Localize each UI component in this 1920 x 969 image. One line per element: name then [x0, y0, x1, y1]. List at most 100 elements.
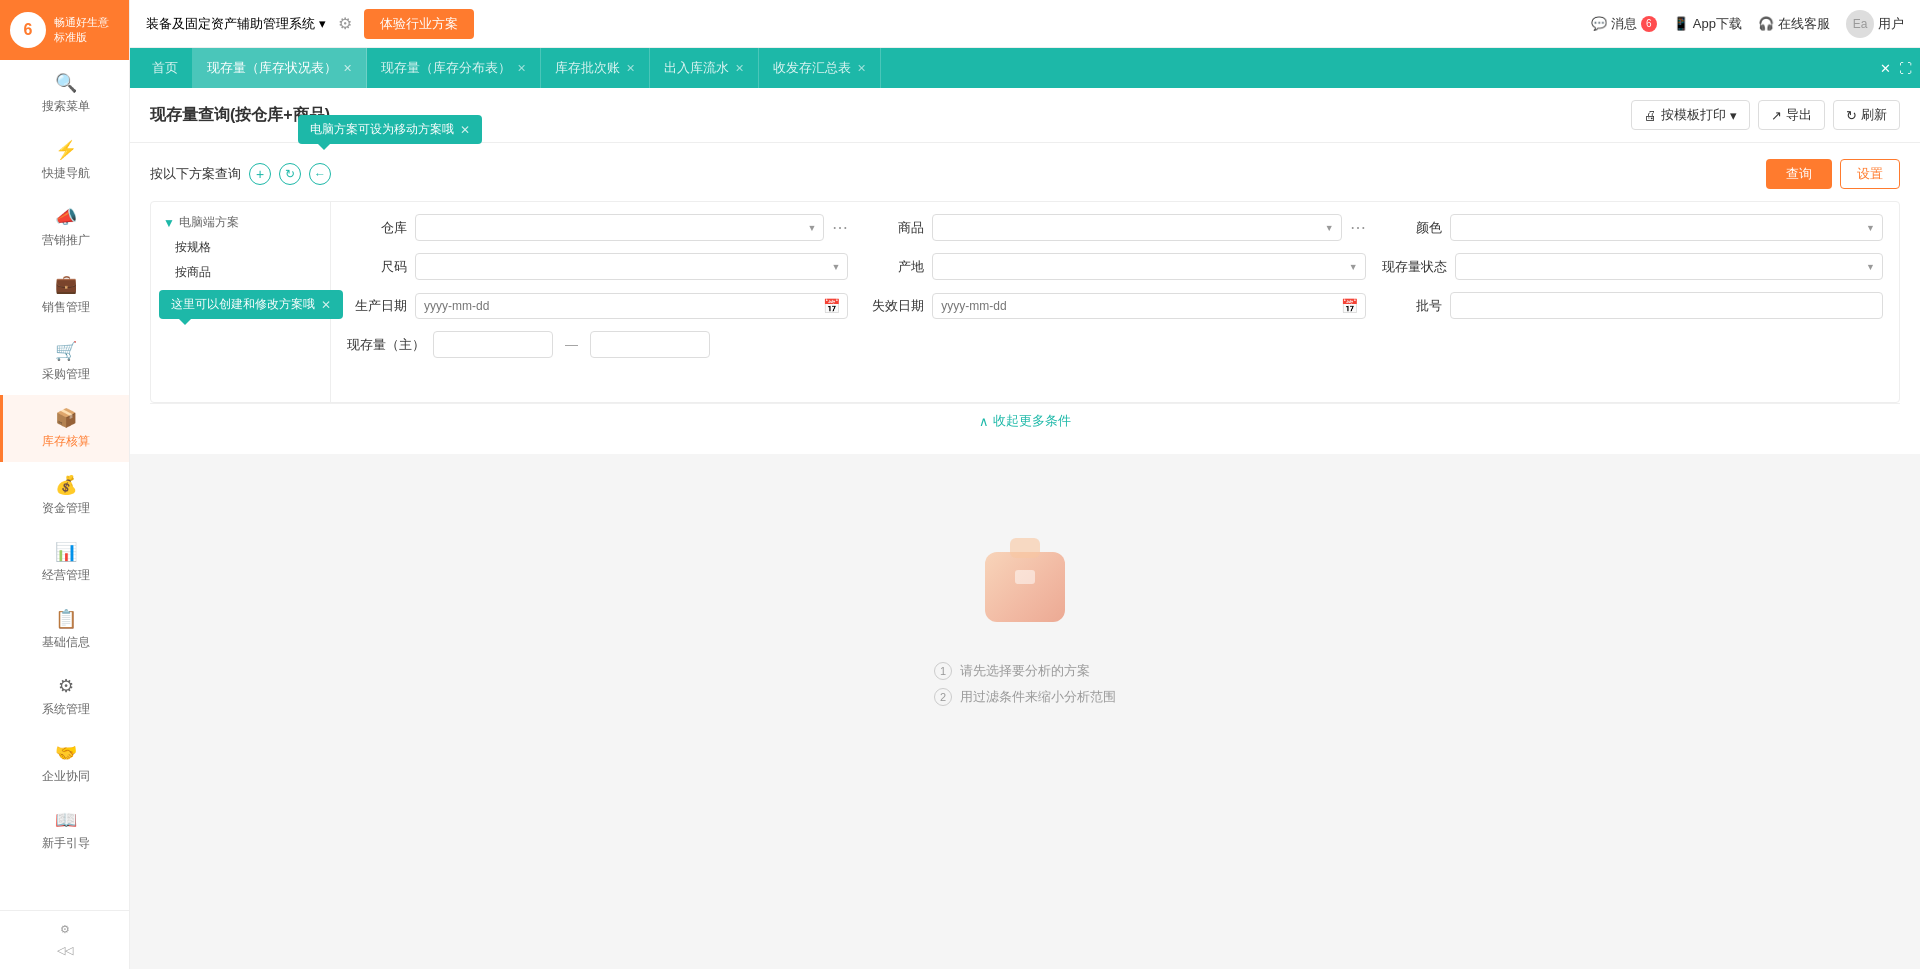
origin-select[interactable] — [932, 253, 1365, 280]
filter-fields: 仓库 ⋯ 商品 ⋯ — [331, 202, 1899, 402]
trial-button[interactable]: 体验行业方案 — [364, 9, 474, 39]
tab-batch-ledger[interactable]: 库存批次账 ✕ — [541, 48, 650, 88]
color-select[interactable] — [1450, 214, 1883, 241]
tab-close-all-icon[interactable]: ✕ — [1880, 61, 1891, 76]
origin-label: 产地 — [864, 258, 924, 276]
tab-close-icon[interactable]: ✕ — [343, 62, 352, 75]
inventory-nav-icon: 📦 — [55, 407, 77, 429]
sidebar-item-sales[interactable]: 💼 销售管理 — [0, 261, 129, 328]
system-name-selector[interactable]: 装备及固定资产辅助管理系统 ▾ — [146, 15, 326, 33]
filter-origin: 产地 — [864, 253, 1365, 280]
sidebar-navigation: 🔍 搜索菜单 ⚡ 快捷导航 📣 营销推广 💼 销售管理 🛒 采购管理 📦 库存核… — [0, 60, 129, 910]
tab-close-icon[interactable]: ✕ — [735, 62, 744, 75]
empty-state: 1 请先选择要分析的方案 2 用过滤条件来缩小分析范围 — [130, 462, 1920, 790]
online-support-button[interactable]: 🎧 在线客服 — [1758, 15, 1830, 33]
sidebar-collapse[interactable]: ◁◁ — [57, 944, 73, 957]
warehouse-label: 仓库 — [347, 219, 407, 237]
print-button[interactable]: 🖨 按模板打印 ▾ — [1631, 100, 1750, 130]
scheme-item-by-spec[interactable]: 按规格 — [151, 235, 330, 260]
filter-batch-number: 批号 — [1382, 292, 1883, 319]
logo-icon: 6 — [10, 12, 46, 48]
sidebar-item-search[interactable]: 🔍 搜索菜单 — [0, 60, 129, 127]
search-nav-icon: 🔍 — [55, 72, 77, 94]
filter-add-button[interactable]: + — [249, 163, 271, 185]
sidebar-item-operations[interactable]: 📊 经营管理 — [0, 529, 129, 596]
batch-number-input[interactable] — [1450, 292, 1883, 319]
tab-expand-icon[interactable]: ⛶ — [1899, 61, 1912, 76]
tip-text-1: 请先选择要分析的方案 — [960, 658, 1090, 684]
color-label: 颜色 — [1382, 219, 1442, 237]
sidebar-item-finance[interactable]: 💰 资金管理 — [0, 462, 129, 529]
sidebar-item-label: 搜索菜单 — [42, 98, 90, 115]
tooltip-create-close-icon[interactable]: ✕ — [321, 298, 331, 312]
filter-row-2: 尺码 产地 现存量状态 — [347, 253, 1883, 280]
product-select-wrapper — [932, 214, 1341, 241]
product-select[interactable] — [932, 214, 1341, 241]
header-settings-icon[interactable]: ⚙ — [338, 14, 352, 33]
production-date-start[interactable] — [415, 293, 848, 319]
sidebar-item-label: 采购管理 — [42, 366, 90, 383]
warehouse-dots-icon[interactable]: ⋯ — [832, 218, 848, 237]
reset-button[interactable]: 设置 — [1840, 159, 1900, 189]
logo-text: 畅通好生意 标准版 — [54, 15, 109, 46]
origin-select-wrapper — [932, 253, 1365, 280]
tooltip-close-icon[interactable]: ✕ — [460, 123, 470, 137]
sidebar-item-system[interactable]: ⚙ 系统管理 — [0, 663, 129, 730]
message-button[interactable]: 💬 消息 6 — [1591, 15, 1657, 33]
filter-arrow-button[interactable]: ← — [309, 163, 331, 185]
sidebar-item-inventory[interactable]: 📦 库存核算 — [0, 395, 129, 462]
product-dots-icon[interactable]: ⋯ — [1350, 218, 1366, 237]
operations-nav-icon: 📊 — [55, 541, 77, 563]
product-label: 商品 — [864, 219, 924, 237]
scheme-item-by-product[interactable]: 按商品 — [151, 260, 330, 285]
tab-inventory-status[interactable]: 现存量（库存状况表） ✕ — [193, 48, 367, 88]
sidebar-item-guide[interactable]: 📖 新手引导 — [0, 797, 129, 864]
collapse-bar[interactable]: ∧ 收起更多条件 — [150, 403, 1900, 438]
size-select[interactable] — [415, 253, 848, 280]
app-download-button[interactable]: 📱 App下载 — [1673, 15, 1742, 33]
warehouse-select-wrapper — [415, 214, 824, 241]
tab-flow[interactable]: 出入库流水 ✕ — [650, 48, 759, 88]
sidebar-item-enterprise[interactable]: 🤝 企业协同 — [0, 730, 129, 797]
filter-size: 尺码 — [347, 253, 848, 280]
filter-refresh-button[interactable]: ↻ — [279, 163, 301, 185]
sidebar: 6 畅通好生意 标准版 🔍 搜索菜单 ⚡ 快捷导航 📣 营销推广 💼 销售管理 … — [0, 0, 130, 969]
user-menu[interactable]: Ea 用户 — [1846, 10, 1904, 38]
export-button[interactable]: ↗ 导出 — [1758, 100, 1825, 130]
warehouse-select[interactable] — [415, 214, 824, 241]
top-header: 装备及固定资产辅助管理系统 ▾ ⚙ 体验行业方案 💬 消息 6 📱 App下载 … — [130, 0, 1920, 48]
scheme-panel: ▼ 电脑端方案 按规格 按商品 ▶ 移动端方案 这里可 — [151, 202, 331, 402]
message-icon: 💬 — [1591, 16, 1607, 31]
range-separator: — — [561, 337, 582, 352]
expiry-date-start-wrapper: 📅 — [932, 293, 1365, 319]
header-right: 💬 消息 6 📱 App下载 🎧 在线客服 Ea 用户 — [1591, 10, 1904, 38]
sidebar-item-purchase[interactable]: 🛒 采购管理 — [0, 328, 129, 395]
tab-close-icon[interactable]: ✕ — [517, 62, 526, 75]
sidebar-item-basic-info[interactable]: 📋 基础信息 — [0, 596, 129, 663]
sidebar-item-marketing[interactable]: 📣 营销推广 — [0, 194, 129, 261]
stock-qty-start[interactable] — [433, 331, 553, 358]
tab-close-icon[interactable]: ✕ — [857, 62, 866, 75]
sidebar-item-label: 快捷导航 — [42, 165, 90, 182]
search-button[interactable]: 查询 — [1766, 159, 1832, 189]
expiry-date-start[interactable] — [932, 293, 1365, 319]
scheme-group-pc-header[interactable]: ▼ 电脑端方案 — [151, 210, 330, 235]
filter-label: 按以下方案查询 — [150, 165, 241, 183]
stock-status-select[interactable] — [1455, 253, 1883, 280]
sidebar-settings[interactable]: ⚙ — [60, 923, 70, 936]
filter-row-4: 现存量（主） — — [347, 331, 1883, 358]
size-label: 尺码 — [347, 258, 407, 276]
tip-number-2: 2 — [934, 688, 952, 706]
production-date-start-wrapper: 📅 — [415, 293, 848, 319]
sidebar-item-shortcut[interactable]: ⚡ 快捷导航 — [0, 127, 129, 194]
tooltip-create-text: 这里可以创建和修改方案哦 — [171, 296, 315, 313]
tab-summary[interactable]: 收发存汇总表 ✕ — [759, 48, 881, 88]
sales-nav-icon: 💼 — [55, 273, 77, 295]
tab-label: 首页 — [152, 59, 178, 77]
stock-qty-end[interactable] — [590, 331, 710, 358]
tab-close-icon[interactable]: ✕ — [626, 62, 635, 75]
refresh-button[interactable]: ↻ 刷新 — [1833, 100, 1900, 130]
collapse-sidebar-icon: ◁◁ — [57, 944, 73, 957]
tab-home[interactable]: 首页 — [138, 48, 193, 88]
tab-inventory-dist[interactable]: 现存量（库存分布表） ✕ — [367, 48, 541, 88]
